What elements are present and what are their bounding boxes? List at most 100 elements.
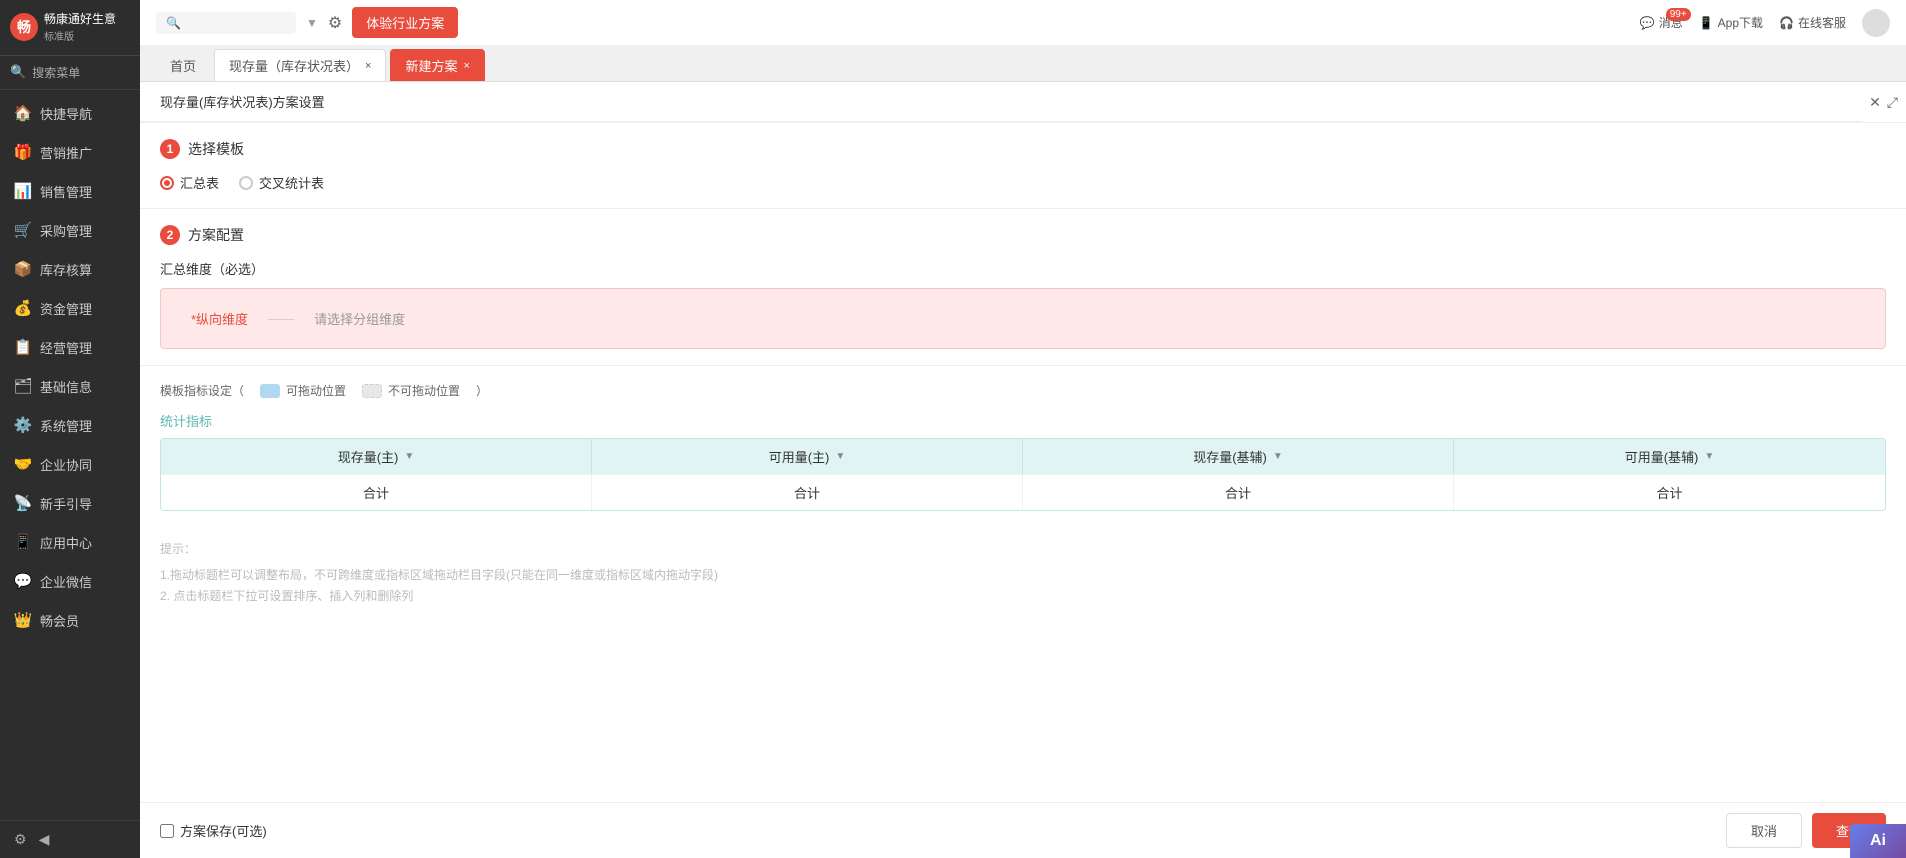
stats-body: 合计 合计 合计 合计 — [161, 474, 1885, 510]
sidebar-item-app-center[interactable]: 📱 应用中心 — [0, 523, 140, 562]
online-service-button[interactable]: 🎧 在线客服 — [1779, 14, 1846, 31]
dimension-vertical-label: *纵向维度 — [191, 309, 248, 328]
logo-icon: 畅 — [10, 13, 38, 41]
topbar-search-box[interactable]: 🔍 — [156, 12, 296, 34]
sidebar-search[interactable]: 🔍 搜索菜单 — [0, 56, 140, 90]
messages-button[interactable]: 💬 消息 99+ — [1640, 14, 1683, 31]
indicators-legend: 模板指标设定（ 可拖动位置 不可拖动位置 ） — [160, 382, 1886, 399]
col2-label: 现存量(基辅) — [1193, 447, 1267, 466]
operations-icon: 📋 — [14, 338, 32, 356]
panel-title: 现存量(库存状况表)方案设置 — [140, 82, 1861, 122]
dimension-separator: —— — [268, 311, 294, 326]
sidebar-item-basic-info[interactable]: 🗂 基础信息 — [0, 367, 140, 406]
sales-icon: 📊 — [14, 182, 32, 200]
save-checkbox[interactable] — [160, 824, 174, 838]
tab-inventory-close[interactable]: × — [365, 60, 371, 72]
section2-title: 2 方案配置 — [160, 225, 1886, 245]
col1-dropdown-icon[interactable]: ▼ — [835, 451, 845, 462]
sidebar-item-label: 库存核算 — [40, 260, 92, 279]
content-area: 现存量(库存状况表)方案设置 ✕ ⤢ 1 选择模板 汇总表 — [140, 82, 1906, 858]
sidebar-item-system[interactable]: ⚙️ 系统管理 — [0, 406, 140, 445]
tab-inventory-label: 现存量（库存状况表） — [229, 56, 359, 75]
app-download-label: App下载 — [1718, 14, 1763, 31]
sidebar-item-operations[interactable]: 📋 经营管理 — [0, 328, 140, 367]
sidebar-item-quick-nav[interactable]: 🏠 快捷导航 — [0, 94, 140, 133]
sidebar-item-label: 畅会员 — [40, 611, 79, 630]
sidebar-item-label: 基础信息 — [40, 377, 92, 396]
radio-cross[interactable]: 交叉统计表 — [239, 173, 324, 192]
dimension-placeholder: 请选择分组维度 — [314, 309, 405, 328]
topbar-search-input[interactable] — [187, 16, 267, 30]
bottom-bar: 方案保存(可选) 取消 查询 — [140, 802, 1906, 858]
industry-plan-button[interactable]: 体验行业方案 — [352, 7, 458, 38]
tab-new-scheme[interactable]: 新建方案 × — [390, 49, 484, 81]
newcomer-icon: 📡 — [14, 494, 32, 512]
sidebar-item-newcomer[interactable]: 📡 新手引导 — [0, 484, 140, 523]
topbar-dropdown-arrow[interactable]: ▼ — [306, 16, 318, 30]
tip1: 1.拖动标题栏可以调整布局，不可跨维度或指标区域拖动栏目字段(只能在同一维度或指… — [160, 565, 1886, 587]
sidebar-menu: 🏠 快捷导航 🎁 营销推广 📊 销售管理 🛒 采购管理 📦 库存核算 💰 资金管… — [0, 90, 140, 820]
stats-body-3: 合计 — [1454, 474, 1885, 510]
sidebar-item-label: 销售管理 — [40, 182, 92, 201]
tab-inventory-status[interactable]: 现存量（库存状况表） × — [214, 49, 386, 81]
stats-body-1: 合计 — [592, 474, 1023, 510]
stats-table: 现存量(主) ▼ 可用量(主) ▼ 现存量(基辅) ▼ 可用量(基辅) ▼ — [160, 438, 1886, 511]
stats-col-0[interactable]: 现存量(主) ▼ — [161, 439, 592, 474]
col3-dropdown-icon[interactable]: ▼ — [1704, 451, 1714, 462]
settings-icon[interactable]: ⚙ — [14, 831, 27, 848]
sidebar-item-sales[interactable]: 📊 销售管理 — [0, 172, 140, 211]
section1-title: 1 选择模板 — [160, 139, 1886, 159]
stats-col-3[interactable]: 可用量(基辅) ▼ — [1454, 439, 1885, 474]
dimension-box[interactable]: *纵向维度 —— 请选择分组维度 — [160, 288, 1886, 349]
col3-label: 可用量(基辅) — [1625, 447, 1699, 466]
topbar-gear-icon[interactable]: ⚙ — [328, 13, 342, 33]
stats-body-0: 合计 — [161, 474, 592, 510]
close-window-icon[interactable]: ✕ — [1869, 94, 1881, 111]
collapse-icon[interactable]: ◀ — [39, 831, 50, 848]
sidebar-item-label: 企业微信 — [40, 572, 92, 591]
radio-summary-dot — [164, 180, 170, 186]
system-icon: ⚙️ — [14, 416, 32, 434]
user-avatar[interactable] — [1862, 9, 1890, 37]
tips-label: 提示： — [160, 539, 1886, 561]
col1-label: 可用量(主) — [769, 447, 830, 466]
sidebar-item-inventory[interactable]: 📦 库存核算 — [0, 250, 140, 289]
col0-dropdown-icon[interactable]: ▼ — [404, 451, 414, 462]
topbar-right: 💬 消息 99+ 📱 App下载 🎧 在线客服 — [1640, 9, 1890, 37]
app-download-button[interactable]: 📱 App下载 — [1699, 14, 1763, 31]
tab-new-scheme-close[interactable]: × — [463, 60, 469, 72]
sidebar-item-wechat[interactable]: 💬 企业微信 — [0, 562, 140, 601]
sidebar-item-enterprise[interactable]: 🤝 企业协同 — [0, 445, 140, 484]
sidebar-item-purchase[interactable]: 🛒 采购管理 — [0, 211, 140, 250]
tabbar: 首页 现存量（库存状况表） × 新建方案 × — [140, 46, 1906, 82]
sidebar-item-member[interactable]: 👑 畅会员 — [0, 601, 140, 640]
expand-window-icon[interactable]: ⤢ — [1887, 94, 1898, 111]
service-label: 在线客服 — [1798, 14, 1846, 31]
app-center-icon: 📱 — [14, 533, 32, 551]
stats-header: 现存量(主) ▼ 可用量(主) ▼ 现存量(基辅) ▼ 可用量(基辅) ▼ — [161, 439, 1885, 474]
fixed-legend-box — [362, 384, 382, 398]
stats-col-1[interactable]: 可用量(主) ▼ — [592, 439, 1023, 474]
col2-dropdown-icon[interactable]: ▼ — [1273, 451, 1283, 462]
wechat-icon: 💬 — [14, 572, 32, 590]
sidebar-item-marketing[interactable]: 🎁 营销推广 — [0, 133, 140, 172]
topbar-search-icon: 🔍 — [166, 16, 181, 30]
sidebar-footer: ⚙ ◀ — [0, 820, 140, 858]
radio-summary-circle — [160, 176, 174, 190]
indicators-suffix: ） — [476, 382, 488, 399]
stats-title: 统计指标 — [160, 411, 1886, 430]
cancel-button[interactable]: 取消 — [1726, 813, 1802, 848]
tab-home[interactable]: 首页 — [156, 50, 210, 81]
inventory-icon: 📦 — [14, 260, 32, 278]
ai-fab-button[interactable]: Ai — [1850, 824, 1906, 858]
fixed-legend-label: 不可拖动位置 — [388, 382, 460, 399]
tip2: 2. 点击标题栏下拉可设置排序、插入列和删除列 — [160, 586, 1886, 608]
main-area: 🔍 ▼ ⚙ 体验行业方案 💬 消息 99+ 📱 App下载 🎧 在线客服 — [140, 0, 1906, 858]
sidebar-item-label: 资金管理 — [40, 299, 92, 318]
stats-col-2[interactable]: 现存量(基辅) ▼ — [1023, 439, 1454, 474]
panel-top-row: 现存量(库存状况表)方案设置 ✕ ⤢ — [140, 82, 1906, 123]
radio-summary[interactable]: 汇总表 — [160, 173, 219, 192]
search-label: 搜索菜单 — [32, 64, 80, 81]
sidebar-logo: 畅 畅康通好生意 标准版 — [0, 0, 140, 56]
sidebar-item-finance[interactable]: 💰 资金管理 — [0, 289, 140, 328]
